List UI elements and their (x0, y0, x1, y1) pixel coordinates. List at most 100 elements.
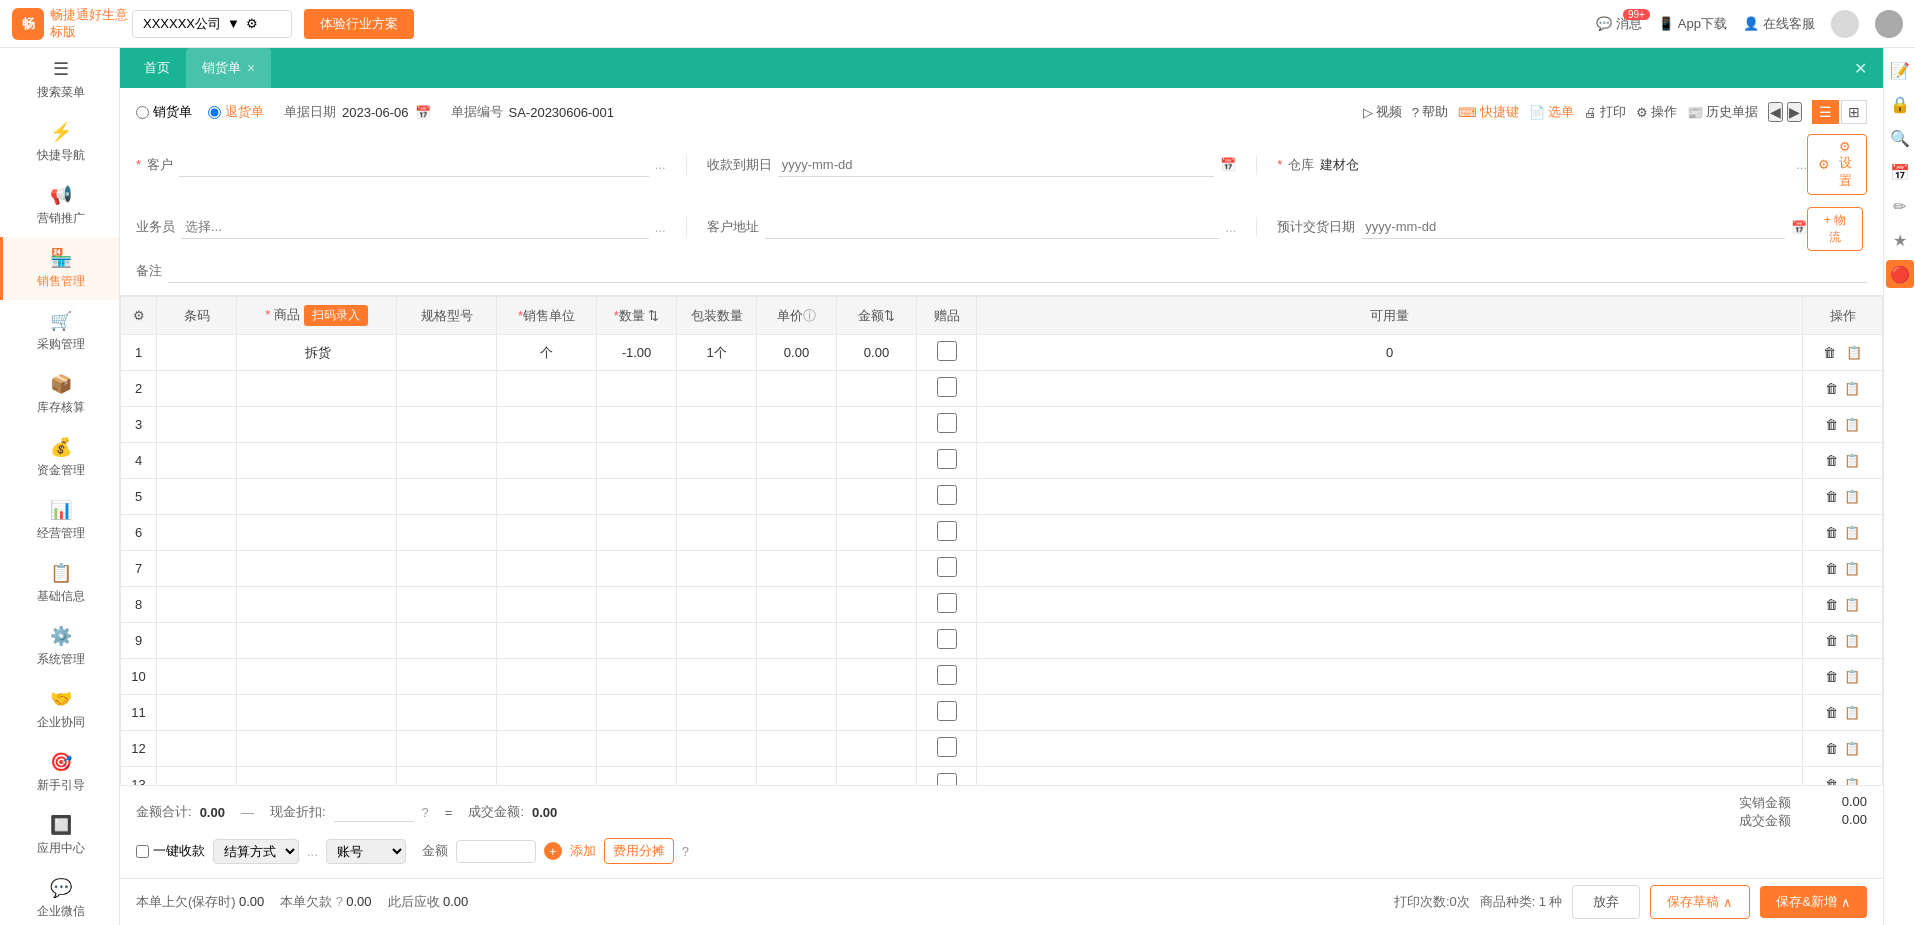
row-gift-checkbox-11[interactable] (937, 701, 957, 721)
qty-sort-icon[interactable]: ⇅ (648, 308, 659, 323)
row-pack-qty-4[interactable] (677, 443, 757, 479)
payment-method-dots[interactable]: ... (307, 844, 318, 859)
expense-split-button[interactable]: 费用分摊 (604, 838, 674, 864)
row-unit-12[interactable] (497, 731, 597, 767)
row-price-4[interactable] (757, 443, 837, 479)
row-qty-11[interactable] (597, 695, 677, 731)
row-spec-7[interactable] (397, 551, 497, 587)
row-unit-4[interactable] (497, 443, 597, 479)
row-barcode-10[interactable] (157, 659, 237, 695)
col-header-settings[interactable]: ⚙ (121, 297, 157, 335)
help-btn[interactable]: ? 帮助 (1412, 103, 1448, 121)
row-amount-4[interactable] (837, 443, 917, 479)
row-pack-qty-7[interactable] (677, 551, 757, 587)
scan-button[interactable]: 扫码录入 (304, 305, 368, 326)
customer-input[interactable] (179, 153, 649, 177)
operate-btn[interactable]: ⚙ 操作 (1636, 103, 1677, 121)
discount-input[interactable] (334, 802, 414, 822)
row-copy-12[interactable]: 📋 (1844, 741, 1860, 756)
row-gift-5[interactable] (917, 479, 977, 515)
right-panel-star-icon[interactable]: ★ (1886, 226, 1914, 254)
row-price-7[interactable] (757, 551, 837, 587)
row-product-9[interactable] (237, 623, 397, 659)
row-gift-checkbox-6[interactable] (937, 521, 957, 541)
row-price-11[interactable] (757, 695, 837, 731)
row-copy-1[interactable]: 📋 (1846, 345, 1862, 360)
row-gift-checkbox-2[interactable] (937, 377, 957, 397)
row-barcode-7[interactable] (157, 551, 237, 587)
message-btn[interactable]: 💬 消息 99+ (1596, 15, 1642, 33)
user-avatar2[interactable] (1875, 10, 1903, 38)
radio-sales-input[interactable] (136, 106, 149, 119)
company-selector[interactable]: XXXXXX公司 ▼ ⚙ (132, 10, 292, 38)
row-unit-8[interactable] (497, 587, 597, 623)
sidebar-item-marketing[interactable]: 📢 营销推广 (0, 174, 119, 237)
address-input[interactable] (765, 215, 1220, 239)
row-product-7[interactable] (237, 551, 397, 587)
row-amount-11[interactable] (837, 695, 917, 731)
tab-sales-order[interactable]: 销货单 × (186, 48, 271, 88)
row-qty-2[interactable] (597, 371, 677, 407)
row-amount-10[interactable] (837, 659, 917, 695)
row-spec-11[interactable] (397, 695, 497, 731)
row-product-12[interactable] (237, 731, 397, 767)
right-panel-calendar-icon[interactable]: 📅 (1886, 158, 1914, 186)
row-spec-6[interactable] (397, 515, 497, 551)
row-amount-3[interactable] (837, 407, 917, 443)
row-delete-4[interactable]: 🗑 (1825, 453, 1838, 468)
row-pack-qty-12[interactable] (677, 731, 757, 767)
row-unit-5[interactable] (497, 479, 597, 515)
one-key-payment-checkbox[interactable]: 一键收款 (136, 842, 205, 860)
row-amount-5[interactable] (837, 479, 917, 515)
salesperson-dots[interactable]: ... (655, 220, 666, 235)
row-spec-10[interactable] (397, 659, 497, 695)
row-qty-10[interactable] (597, 659, 677, 695)
row-spec-9[interactable] (397, 623, 497, 659)
row-amount-7[interactable] (837, 551, 917, 587)
app-download-btn[interactable]: 📱 App下载 (1658, 15, 1727, 33)
row-gift-8[interactable] (917, 587, 977, 623)
sidebar-item-basic-info[interactable]: 📋 基础信息 (0, 552, 119, 615)
row-spec-12[interactable] (397, 731, 497, 767)
history-btn[interactable]: 📰 历史单据 (1687, 103, 1758, 121)
tab-close-button[interactable]: ✕ (1854, 59, 1867, 78)
row-copy-11[interactable]: 📋 (1844, 705, 1860, 720)
row-copy-6[interactable]: 📋 (1844, 525, 1860, 540)
row-unit-3[interactable] (497, 407, 597, 443)
row-delete-2[interactable]: 🗑 (1825, 381, 1838, 396)
row-pack-qty-3[interactable] (677, 407, 757, 443)
row-qty-5[interactable] (597, 479, 677, 515)
row-qty-1[interactable]: -1.00 (597, 335, 677, 371)
discard-button[interactable]: 放弃 (1572, 885, 1640, 919)
right-panel-notes-icon[interactable]: 📝 (1886, 56, 1914, 84)
video-btn[interactable]: ▷ 视频 (1363, 103, 1402, 121)
row-gift-7[interactable] (917, 551, 977, 587)
right-panel-search-icon[interactable]: 🔍 (1886, 124, 1914, 152)
row-gift-checkbox-8[interactable] (937, 593, 957, 613)
row-delete-9[interactable]: 🗑 (1825, 633, 1838, 648)
row-qty-7[interactable] (597, 551, 677, 587)
row-barcode-5[interactable] (157, 479, 237, 515)
row-delete-5[interactable]: 🗑 (1825, 489, 1838, 504)
row-delete-1[interactable]: 🗑 (1823, 345, 1836, 360)
row-amount-13[interactable] (837, 767, 917, 786)
sidebar-item-search[interactable]: ☰ 搜索菜单 (0, 48, 119, 111)
row-amount-9[interactable] (837, 623, 917, 659)
row-copy-8[interactable]: 📋 (1844, 597, 1860, 612)
list-view-btn[interactable]: ☰ (1812, 100, 1839, 124)
calendar-icon[interactable]: 📅 (415, 105, 431, 120)
account-select[interactable]: 账号 (326, 839, 406, 864)
row-amount-1[interactable]: 0.00 (837, 335, 917, 371)
save-draft-button[interactable]: 保存草稿 ∧ (1650, 885, 1750, 919)
row-copy-9[interactable]: 📋 (1844, 633, 1860, 648)
row-qty-3[interactable] (597, 407, 677, 443)
row-pack-qty-9[interactable] (677, 623, 757, 659)
sidebar-item-app-center[interactable]: 🔲 应用中心 (0, 804, 119, 867)
shortcut-btn[interactable]: ⌨ 快捷键 (1458, 103, 1519, 121)
amount-sort-icon[interactable]: ⇅ (884, 308, 895, 323)
tab-close-icon[interactable]: × (247, 60, 255, 76)
row-qty-9[interactable] (597, 623, 677, 659)
sidebar-item-operations[interactable]: 📊 经营管理 (0, 489, 119, 552)
row-product-13[interactable] (237, 767, 397, 786)
row-delete-6[interactable]: 🗑 (1825, 525, 1838, 540)
